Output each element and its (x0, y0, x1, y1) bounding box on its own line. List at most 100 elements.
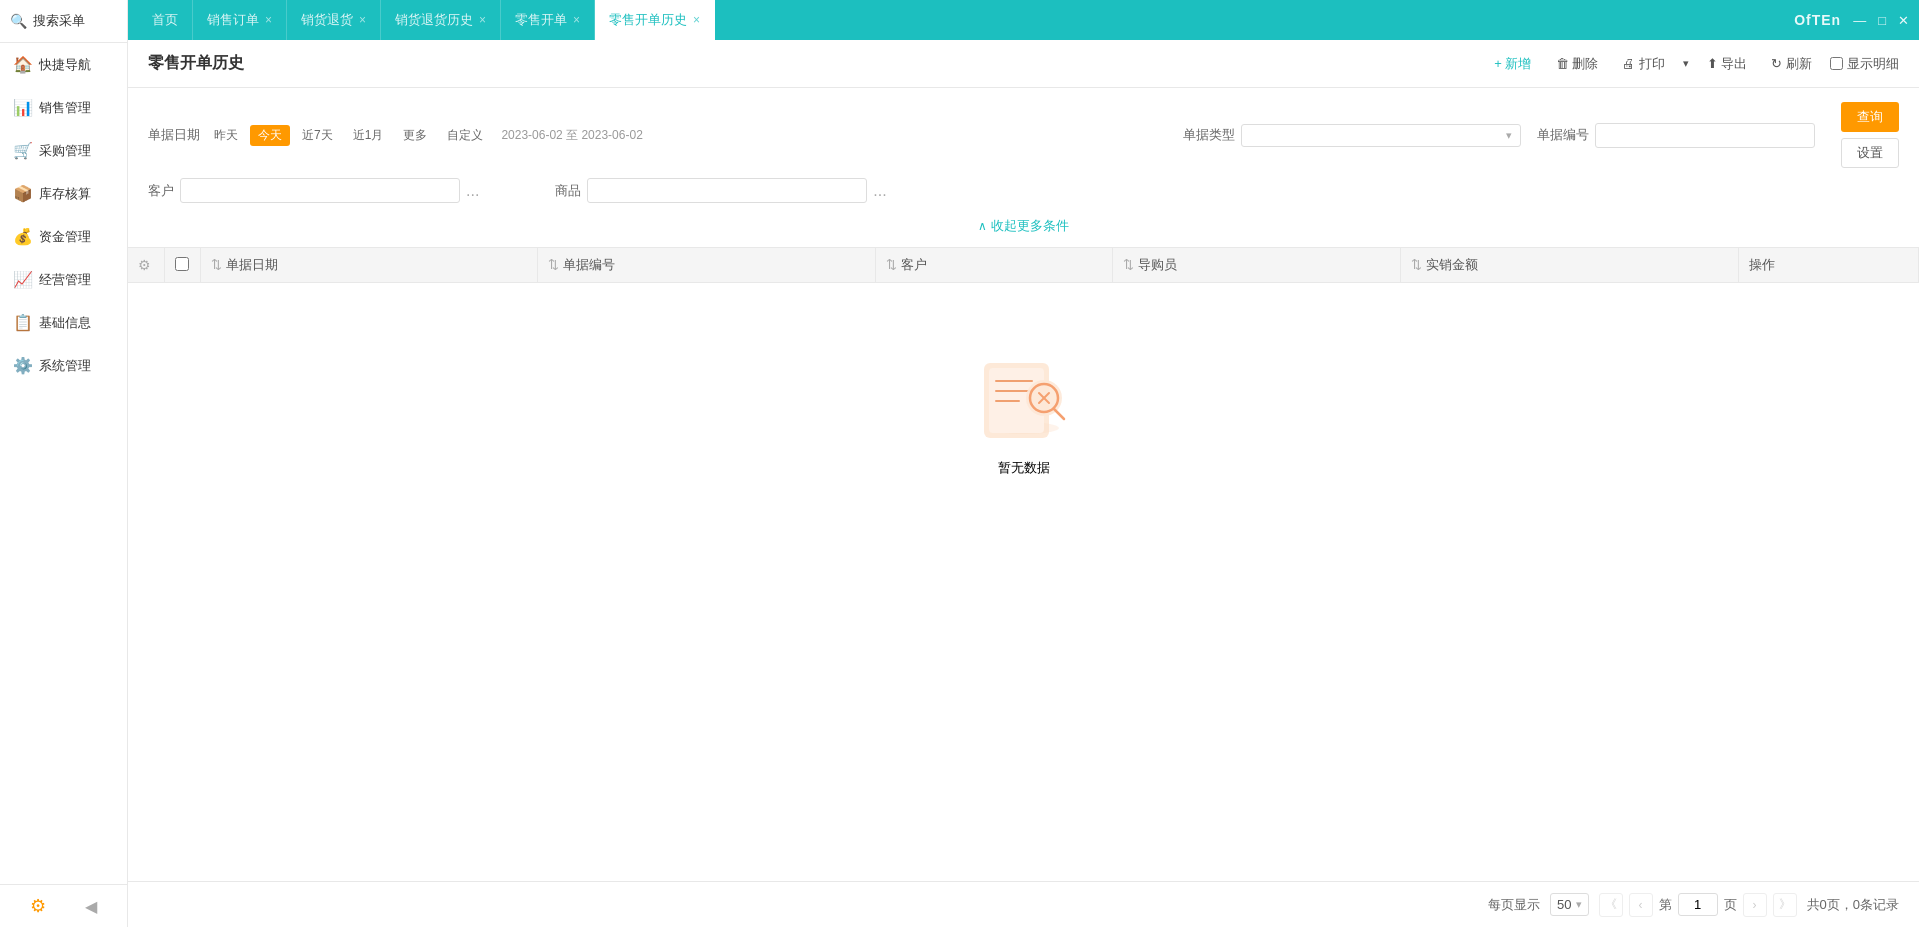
empty-state: 暂无数据 (128, 283, 1919, 537)
page-title: 零售开单历史 (148, 53, 244, 74)
sidebar-item-finance[interactable]: 💰资金管理 (0, 215, 127, 258)
refresh-button[interactable]: ↻ 刷新 (1765, 51, 1818, 77)
tab-home[interactable]: 首页 (138, 0, 193, 40)
date-btn-yesterday[interactable]: 昨天 (206, 125, 246, 146)
print-chevron-icon[interactable]: ▾ (1683, 57, 1689, 70)
date-btn-more[interactable]: 更多 (395, 125, 435, 146)
date-filter-buttons: 昨天今天近7天近1月更多自定义 (206, 125, 491, 146)
doc-type-label: 单据类型 (1183, 126, 1235, 144)
delete-button[interactable]: 🗑 删除 (1550, 51, 1605, 77)
product-ellipsis-icon[interactable]: ... (873, 182, 886, 200)
tab-sales-return-history[interactable]: 销货退货历史 × (381, 0, 501, 40)
sidebar-item-operations[interactable]: 📈经营管理 (0, 258, 127, 301)
tab-close-sales-return-history[interactable]: × (479, 14, 486, 26)
first-page-button[interactable]: 《 (1599, 893, 1623, 917)
sidebar-item-sales-mgmt[interactable]: 📊销售管理 (0, 86, 127, 129)
nav-icon-purchase-mgmt: 🛒 (13, 141, 33, 160)
col-header-doc_no[interactable]: ⇅单据编号 (538, 248, 876, 283)
col-sort-icon-amount: ⇅ (1411, 257, 1422, 272)
export-button[interactable]: ⬆ 导出 (1701, 51, 1754, 77)
product-input[interactable] (587, 178, 867, 203)
customer-label: 客户 (148, 182, 174, 200)
table-select-all[interactable] (175, 257, 189, 271)
collapse-button[interactable]: ∧ 收起更多条件 (148, 213, 1899, 239)
filter-row-2: 客户 ... 商品 ... (148, 178, 1899, 203)
tab-close-sales-return[interactable]: × (359, 14, 366, 26)
nav-icon-inventory: 📦 (13, 184, 33, 203)
tab-sales-return[interactable]: 销货退货× (287, 0, 381, 40)
sidebar-search-label: 搜索采单 (33, 12, 85, 30)
per-page-value: 50 (1557, 897, 1571, 912)
collapse-arrow-icon: ∧ (978, 219, 987, 233)
sidebar-item-quick-nav[interactable]: 🏠快捷导航 (0, 43, 127, 86)
setting-button[interactable]: 设置 (1841, 138, 1899, 168)
date-range: 2023-06-02 至 2023-06-02 (501, 127, 642, 144)
doc-no-filter-item: 单据编号 (1537, 123, 1815, 148)
empty-text: 暂无数据 (998, 459, 1050, 477)
nav-icon-operations: 📈 (13, 270, 33, 289)
collapse-label: 收起更多条件 (991, 217, 1069, 235)
customer-ellipsis-icon[interactable]: ... (466, 182, 479, 200)
tab-label-sales-order: 销售订单 (207, 11, 259, 29)
next-page-button[interactable]: › (1743, 893, 1767, 917)
nav-icon-finance: 💰 (13, 227, 33, 246)
add-button[interactable]: + 新增 (1488, 51, 1537, 77)
page-label: 第 (1659, 896, 1672, 914)
tab-label-home: 首页 (152, 11, 178, 29)
page-nav: 《 ‹ 第 页 › 》 (1599, 893, 1797, 917)
window-max-btn[interactable]: □ (1878, 13, 1886, 28)
tab-retail-open-history[interactable]: 零售开单历史× (595, 0, 715, 40)
col-header-amount[interactable]: ⇅实销金额 (1401, 248, 1739, 283)
doc-type-select[interactable]: ▾ (1241, 124, 1521, 147)
tab-close-retail-open[interactable]: × (573, 14, 580, 26)
product-filter-item: 商品 ... (555, 178, 886, 203)
date-label: 单据日期 (148, 126, 200, 144)
print-button[interactable]: 🖨 打印 (1616, 51, 1671, 77)
customer-filter-item: 客户 ... (148, 178, 479, 203)
tab-close-retail-open-history[interactable]: × (693, 14, 700, 26)
date-btn-last7[interactable]: 近7天 (294, 125, 341, 146)
last-page-button[interactable]: 》 (1773, 893, 1797, 917)
tab-label-sales-return-history: 销货退货历史 (395, 11, 473, 29)
window-min-btn[interactable]: — (1853, 13, 1866, 28)
tab-close-sales-order[interactable]: × (265, 14, 272, 26)
table-settings-icon[interactable]: ⚙ (138, 257, 151, 273)
collapse-icon[interactable]: ◀ (85, 897, 97, 916)
sidebar-item-basic-info[interactable]: 📋基础信息 (0, 301, 127, 344)
brand-label: OfTEn (1794, 12, 1841, 28)
col-header-customer[interactable]: ⇅客户 (875, 248, 1113, 283)
settings-icon[interactable]: ⚙ (30, 895, 46, 917)
show-detail-checkbox[interactable] (1830, 57, 1843, 70)
col-header-guide[interactable]: ⇅导购员 (1113, 248, 1401, 283)
page-suffix: 页 (1724, 896, 1737, 914)
filter-row-1: 单据日期 昨天今天近7天近1月更多自定义 2023-06-02 至 2023-0… (148, 102, 1899, 168)
filter-area: 单据日期 昨天今天近7天近1月更多自定义 2023-06-02 至 2023-0… (128, 88, 1919, 248)
date-btn-custom[interactable]: 自定义 (439, 125, 491, 146)
show-detail-toggle[interactable]: 显示明细 (1830, 55, 1899, 73)
sidebar-item-inventory[interactable]: 📦库存核算 (0, 172, 127, 215)
date-btn-last_month[interactable]: 近1月 (345, 125, 392, 146)
query-button[interactable]: 查询 (1841, 102, 1899, 132)
doc-no-label: 单据编号 (1537, 126, 1589, 144)
table-header: ⚙⇅单据日期⇅单据编号⇅客户⇅导购员⇅实销金额操作 (128, 248, 1919, 283)
empty-icon (964, 343, 1084, 443)
sidebar-item-purchase-mgmt[interactable]: 🛒采购管理 (0, 129, 127, 172)
prev-page-button[interactable]: ‹ (1629, 893, 1653, 917)
pagination-bar: 每页显示 50 ▾ 《 ‹ 第 页 › 》 共0页，0条记录 (128, 881, 1919, 927)
date-btn-today[interactable]: 今天 (250, 125, 290, 146)
customer-input[interactable] (180, 178, 460, 203)
tab-retail-open[interactable]: 零售开单× (501, 0, 595, 40)
date-filter-item: 单据日期 昨天今天近7天近1月更多自定义 2023-06-02 至 2023-0… (148, 125, 643, 146)
col-sort-icon-customer: ⇅ (886, 257, 897, 272)
per-page-select[interactable]: 50 ▾ (1550, 893, 1588, 916)
col-header-doc_date[interactable]: ⇅单据日期 (200, 248, 538, 283)
nav-icon-basic-info: 📋 (13, 313, 33, 332)
data-table: ⚙⇅单据日期⇅单据编号⇅客户⇅导购员⇅实销金额操作 (128, 248, 1919, 283)
tab-sales-order[interactable]: 销售订单 × (193, 0, 287, 40)
sidebar-item-system[interactable]: ⚙️系统管理 (0, 344, 127, 387)
page-input[interactable] (1678, 893, 1718, 916)
window-close-btn[interactable]: ✕ (1898, 13, 1909, 28)
doc-no-input[interactable] (1595, 123, 1815, 148)
doc-type-chevron-icon: ▾ (1506, 129, 1512, 142)
sidebar-search[interactable]: 🔍 搜索采单 (0, 0, 127, 43)
